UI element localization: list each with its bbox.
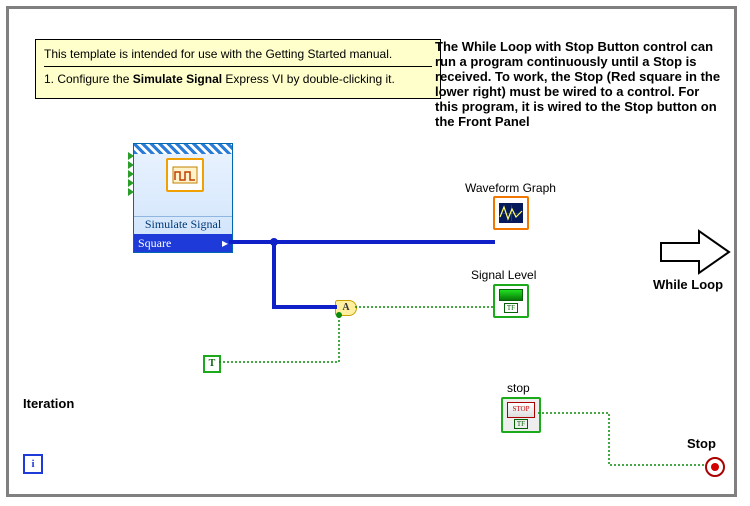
waveform-graph-label: Waveform Graph bbox=[465, 181, 556, 195]
simulate-signal-icon bbox=[166, 158, 204, 192]
arrow-right-icon bbox=[659, 229, 731, 275]
while-loop-label: While Loop bbox=[653, 277, 723, 292]
express-vi-output[interactable]: Square ▸ bbox=[134, 234, 232, 252]
hint-line-2a: 1. Configure the bbox=[44, 72, 133, 86]
hint-line-1: This template is intended for use with t… bbox=[44, 47, 392, 61]
signal-level-label: Signal Level bbox=[471, 268, 536, 282]
hint-line-2c: Express VI by double-clicking it. bbox=[222, 72, 395, 86]
datatype-tag: TF bbox=[514, 419, 528, 429]
waveform-graph-indicator[interactable] bbox=[493, 196, 529, 230]
hint-line-2b: Simulate Signal bbox=[133, 72, 222, 86]
hint-comment: This template is intended for use with t… bbox=[35, 39, 441, 99]
while-loop-border: This template is intended for use with t… bbox=[6, 6, 737, 497]
true-constant[interactable]: T bbox=[203, 355, 221, 373]
signal-level-indicator[interactable]: TF bbox=[493, 284, 529, 318]
amplitude-primitive[interactable]: A bbox=[335, 300, 357, 316]
iteration-terminal[interactable]: i bbox=[23, 454, 43, 474]
stop-terminal-label: Stop bbox=[687, 436, 716, 451]
stop-button-face: STOP bbox=[507, 402, 535, 418]
led-icon bbox=[499, 289, 523, 301]
stop-button-control[interactable]: STOP TF bbox=[501, 397, 541, 433]
datatype-tag: TF bbox=[504, 303, 518, 313]
expand-grip[interactable] bbox=[134, 144, 232, 154]
simulate-signal-express-vi[interactable]: Simulate Signal Square ▸ bbox=[133, 143, 233, 253]
express-vi-output-label: Square bbox=[138, 236, 171, 251]
chevron-right-icon: ▸ bbox=[222, 236, 228, 251]
loop-description: The While Loop with Stop Button control … bbox=[435, 39, 725, 129]
express-vi-title: Simulate Signal bbox=[134, 216, 232, 234]
loop-condition-terminal[interactable] bbox=[705, 457, 725, 477]
stop-control-label: stop bbox=[507, 381, 530, 395]
iteration-label: Iteration bbox=[23, 396, 74, 411]
